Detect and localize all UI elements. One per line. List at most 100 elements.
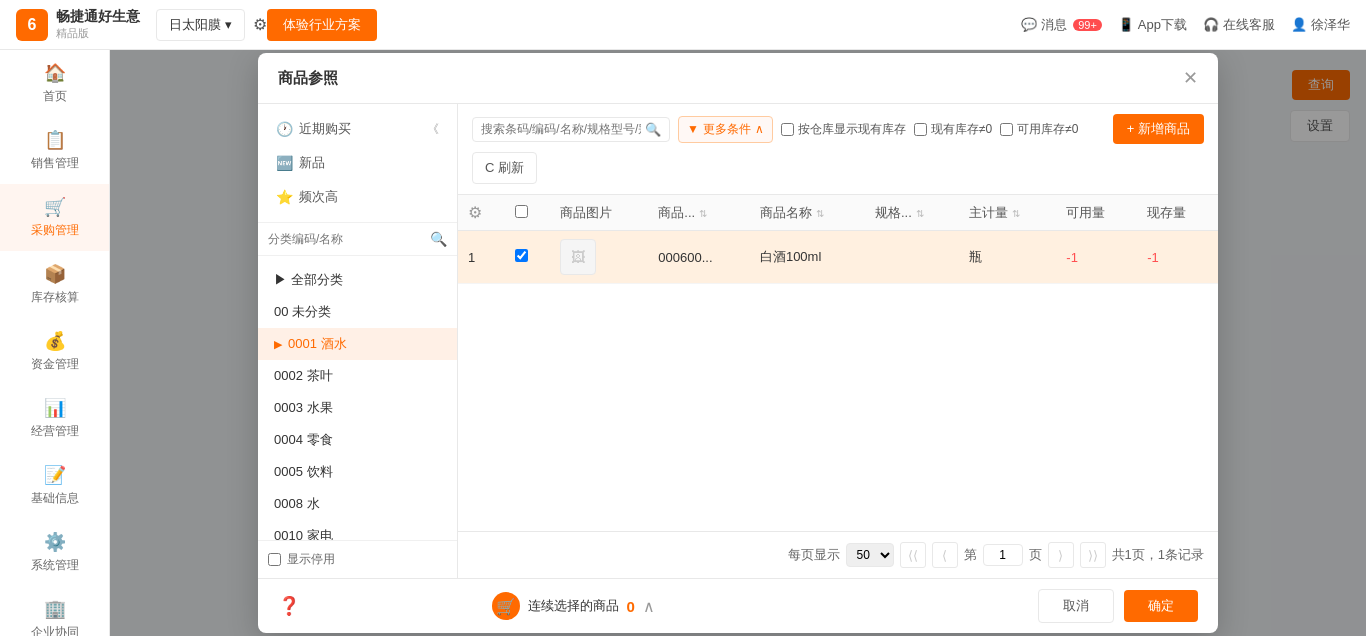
cat-0003-label: 0003 水果 xyxy=(274,399,333,417)
sidebar-item-operation[interactable]: 📊 经营管理 xyxy=(0,385,109,452)
sidebar-item-sales[interactable]: 📋 销售管理 xyxy=(0,117,109,184)
show-disabled-checkbox[interactable] xyxy=(268,553,281,566)
sidebar-item-enterprise[interactable]: 🏢 企业协同 xyxy=(0,586,109,636)
user-item[interactable]: 👤 徐泽华 xyxy=(1291,16,1350,34)
sidebar-label-purchase: 采购管理 xyxy=(31,222,79,239)
sidebar-item-inventory[interactable]: 📦 库存核算 xyxy=(0,251,109,318)
right-panel: 🔍 ▼ 更多条件 ∧ 按仓库显示现有库存 xyxy=(458,104,1218,578)
category-0001[interactable]: ▶ 0001 酒水 xyxy=(258,328,457,360)
message-badge: 99+ xyxy=(1073,19,1102,31)
search-icon[interactable]: 🔍 xyxy=(430,231,447,247)
main-search-icon[interactable]: 🔍 xyxy=(645,122,661,137)
chevron-up-icon: ∧ xyxy=(755,122,764,136)
prev-page-btn[interactable]: ⟨ xyxy=(932,542,958,568)
left-panel-recent[interactable]: 🕐 近期购买 《 xyxy=(268,114,447,144)
col-available[interactable]: 可用量 xyxy=(1056,195,1137,231)
app-download-item[interactable]: 📱 App下载 xyxy=(1118,16,1187,34)
col-name[interactable]: 商品名称⇅ xyxy=(750,195,865,231)
help-icon[interactable]: ❓ xyxy=(278,595,300,617)
username-label: 徐泽华 xyxy=(1311,16,1350,34)
col-unit[interactable]: 主计量⇅ xyxy=(959,195,1056,231)
main-search-box: 🔍 xyxy=(472,117,670,142)
sidebar-item-finance[interactable]: 💰 资金管理 xyxy=(0,318,109,385)
left-panel-top: 🕐 近期购买 《 🆕 新品 ⭐ 频次高 xyxy=(258,104,457,223)
next-page-btn[interactable]: ⟩ xyxy=(1048,542,1074,568)
col-code[interactable]: 商品...⇅ xyxy=(648,195,750,231)
category-search-box: 🔍 xyxy=(258,223,457,256)
close-icon[interactable]: ✕ xyxy=(1183,67,1198,89)
checkbox-available-nonzero[interactable]: 可用库存≠0 xyxy=(1000,121,1078,138)
logo-area: 6 畅捷通好生意 精品版 xyxy=(16,8,140,41)
chevron-down-icon: ▾ xyxy=(225,17,232,32)
row-checkbox[interactable] xyxy=(515,249,528,262)
category-0004[interactable]: 0004 零食 xyxy=(258,424,457,456)
modal-footer: ❓ 🛒 连续选择的商品 0 ∧ 取消 确定 xyxy=(258,578,1218,633)
category-0003[interactable]: 0003 水果 xyxy=(258,392,457,424)
refresh-btn[interactable]: C 刷新 xyxy=(472,152,537,184)
cat-0001-label: 0001 酒水 xyxy=(288,335,347,353)
cancel-btn[interactable]: 取消 xyxy=(1038,589,1114,623)
cell-image: 🖼 xyxy=(550,231,649,284)
sidebar-label-basic: 基础信息 xyxy=(31,490,79,507)
sidebar: 🏠 首页 📋 销售管理 🛒 采购管理 📦 库存核算 💰 资金管理 📊 经营管理 … xyxy=(0,50,110,636)
table-row[interactable]: 1 🖼 000600... 白酒100ml 瓶 xyxy=(458,231,1218,284)
per-page-select[interactable]: 50 xyxy=(846,543,894,567)
recent-label: 近期购买 xyxy=(299,120,351,138)
cell-index: 1 xyxy=(458,231,505,284)
clock-icon: 🕐 xyxy=(276,121,293,137)
category-search-input[interactable] xyxy=(268,232,424,246)
sidebar-item-home[interactable]: 🏠 首页 xyxy=(0,50,109,117)
filter-btn[interactable]: ▼ 更多条件 ∧ xyxy=(678,116,773,143)
operation-icon: 📊 xyxy=(44,397,66,419)
category-all[interactable]: ▶ 全部分类 xyxy=(258,264,457,296)
sidebar-label-inventory: 库存核算 xyxy=(31,289,79,306)
message-label: 消息 xyxy=(1041,16,1067,34)
product-thumbnail: 🖼 xyxy=(560,239,596,275)
category-00[interactable]: 00 未分类 xyxy=(258,296,457,328)
confirm-btn[interactable]: 确定 xyxy=(1124,590,1198,622)
category-0010[interactable]: 0010 家电 xyxy=(258,520,457,540)
main-search-input[interactable] xyxy=(481,122,641,136)
edition-label: 精品版 xyxy=(56,26,140,41)
first-page-btn[interactable]: ⟨⟨ xyxy=(900,542,926,568)
finance-icon: 💰 xyxy=(44,330,66,352)
nav-dropdown[interactable]: 日太阳膜 ▾ xyxy=(156,9,245,41)
modal-overlay: 商品参照 ✕ 🕐 近期购买 《 � xyxy=(110,50,1366,636)
checkbox-warehouse[interactable]: 按仓库显示现有库存 xyxy=(781,121,906,138)
last-page-btn[interactable]: ⟩⟩ xyxy=(1080,542,1106,568)
checkbox-stock-nonzero[interactable]: 现有库存≠0 xyxy=(914,121,992,138)
select-all-checkbox[interactable] xyxy=(515,205,528,218)
available-nonzero-checkbox[interactable] xyxy=(1000,123,1013,136)
category-0008[interactable]: 0008 水 xyxy=(258,488,457,520)
message-item[interactable]: 💬 消息 99+ xyxy=(1021,16,1102,34)
col-stock[interactable]: 现存量 xyxy=(1137,195,1218,231)
cat-00-label: 00 未分类 xyxy=(274,303,331,321)
collapse-btn[interactable]: 《 xyxy=(427,121,439,138)
exp-btn[interactable]: 体验行业方案 xyxy=(267,9,377,41)
add-product-btn[interactable]: + 新增商品 xyxy=(1113,114,1204,144)
cell-unit: 瓶 xyxy=(959,231,1056,284)
gear-icon[interactable]: ⚙ xyxy=(253,15,267,34)
left-panel-frequent[interactable]: ⭐ 频次高 xyxy=(268,182,447,212)
main-content: 查询 设置 商品参照 ✕ 🕐 近期购买 xyxy=(110,50,1366,636)
sales-icon: 📋 xyxy=(44,129,66,151)
cell-checkbox xyxy=(505,231,550,284)
category-0002[interactable]: 0002 茶叶 xyxy=(258,360,457,392)
online-service-item[interactable]: 🎧 在线客服 xyxy=(1203,16,1275,34)
sidebar-item-purchase[interactable]: 🛒 采购管理 xyxy=(0,184,109,251)
sidebar-item-system[interactable]: ⚙️ 系统管理 xyxy=(0,519,109,586)
collapse-cart-icon[interactable]: ∧ xyxy=(643,597,655,616)
toolbar: 🔍 ▼ 更多条件 ∧ 按仓库显示现有库存 xyxy=(458,104,1218,195)
left-panel-new[interactable]: 🆕 新品 xyxy=(268,148,447,178)
cart-icon[interactable]: 🛒 xyxy=(492,592,520,620)
cart-label: 连续选择的商品 xyxy=(528,597,619,615)
category-0005[interactable]: 0005 饮料 xyxy=(258,456,457,488)
stock-nonzero-checkbox[interactable] xyxy=(914,123,927,136)
sidebar-item-basic[interactable]: 📝 基础信息 xyxy=(0,452,109,519)
app-label: App下载 xyxy=(1138,16,1187,34)
warehouse-checkbox[interactable] xyxy=(781,123,794,136)
col-spec[interactable]: 规格...⇅ xyxy=(865,195,959,231)
system-icon: ⚙️ xyxy=(44,531,66,553)
col-settings[interactable]: ⚙ xyxy=(458,195,505,231)
page-input[interactable] xyxy=(983,544,1023,566)
